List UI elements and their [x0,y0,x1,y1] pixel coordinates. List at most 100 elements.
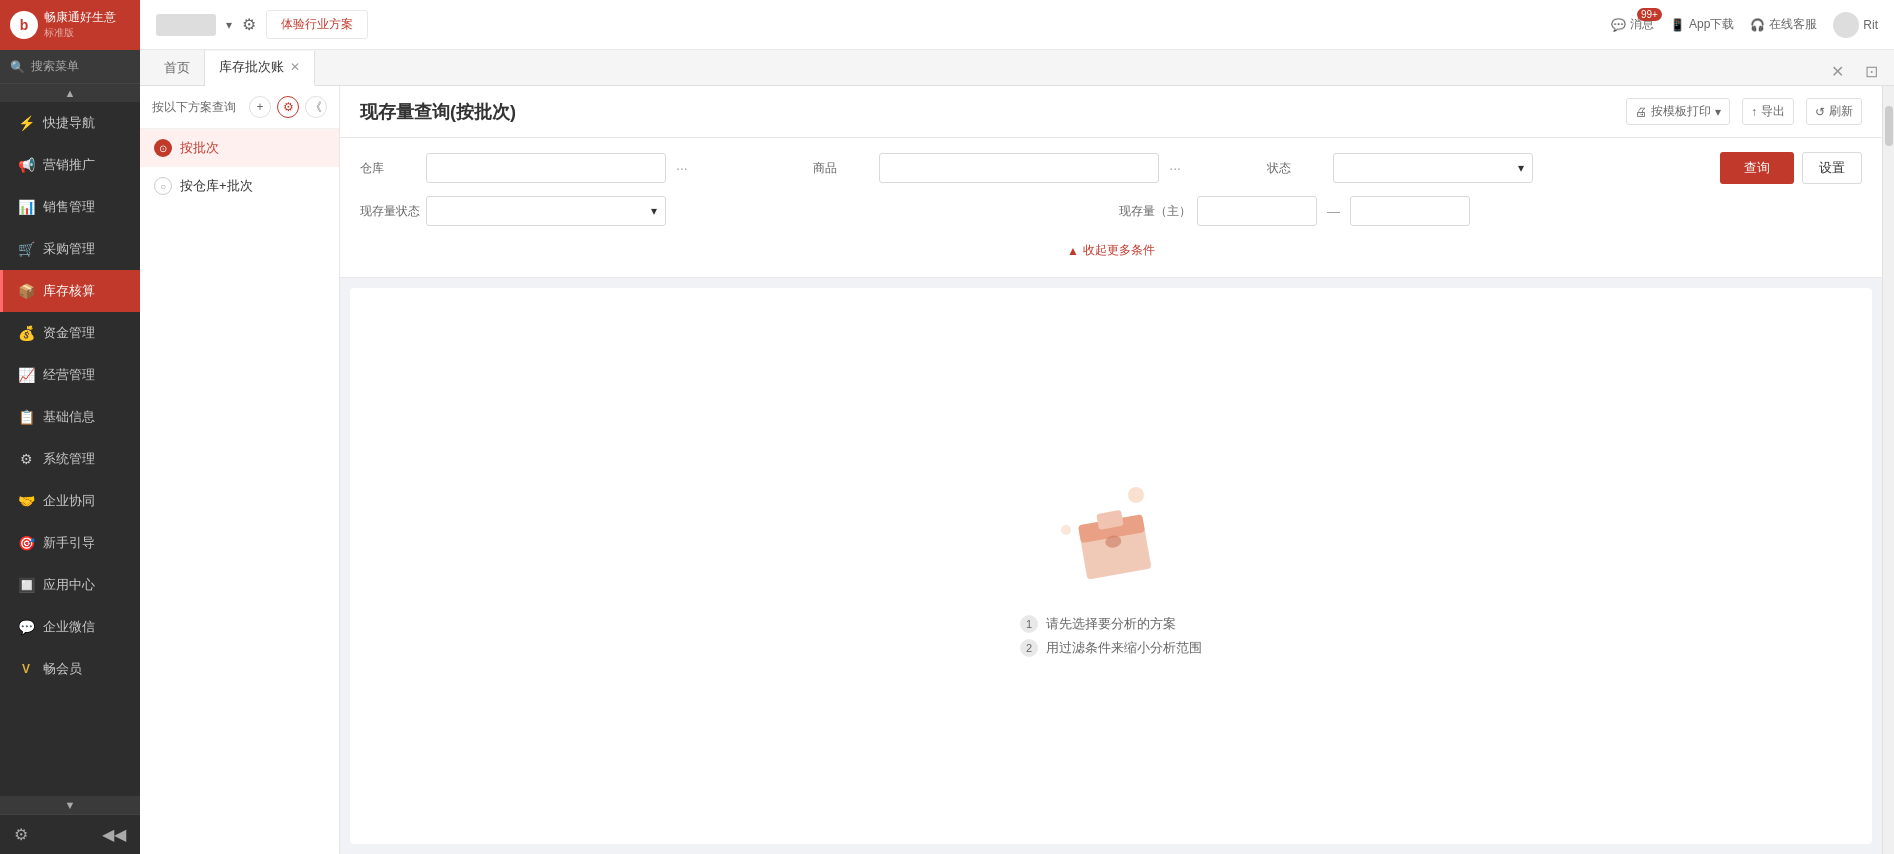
collapse-conditions-btn[interactable]: ▲ 收起更多条件 [360,238,1862,263]
warehouse-dots-btn[interactable]: ··· [676,160,688,176]
query-area: 现存量查询(按批次) 🖨 按模板打印 ▾ ↑ 导出 ↺ 刷新 [340,86,1882,854]
inventory-status-select[interactable]: ▾ [426,196,666,226]
svg-point-4 [1128,487,1144,503]
inventory-quantity-label: 现存量（主） [1119,203,1191,220]
sidebar-item-label: 系统管理 [43,450,95,468]
sidebar-item-finance[interactable]: 💰 资金管理 [0,312,140,354]
sidebar-item-quick-nav[interactable]: ⚡ 快捷导航 [0,102,140,144]
action-btns: 查询 设置 [1720,152,1862,184]
right-scrollbar[interactable] [1882,86,1894,854]
sidebar-item-marketing[interactable]: 📢 营销推广 [0,144,140,186]
sidebar-item-basic[interactable]: 📋 基础信息 [0,396,140,438]
sidebar-item-label: 销售管理 [43,198,95,216]
query-header-actions: 🖨 按模板打印 ▾ ↑ 导出 ↺ 刷新 [1626,98,1862,125]
quantity-max-input[interactable] [1350,196,1470,226]
warehouse-input[interactable] [426,153,666,183]
inventory-quantity-field: 现存量（主） — [1119,196,1862,226]
sidebar-item-label: 企业协同 [43,492,95,510]
filter-item-batch-label: 按批次 [180,139,219,157]
search-label: 搜索菜单 [31,58,79,75]
message-count: 99+ [1637,8,1662,21]
export-icon: ↑ [1751,105,1757,119]
export-btn[interactable]: ↑ 导出 [1742,98,1794,125]
filter-item-warehouse-batch[interactable]: ○ 按仓库+批次 [140,167,339,205]
tab-inventory-batch[interactable]: 库存批次账 ✕ [205,51,315,86]
sidebar-item-newbie[interactable]: 🎯 新手引导 [0,522,140,564]
dropdown-icon[interactable]: ▾ [226,18,232,32]
quantity-min-input[interactable] [1197,196,1317,226]
topbar-gear-icon[interactable]: ⚙ [242,15,256,34]
goods-input[interactable] [879,153,1159,183]
scroll-down-btn[interactable]: ▼ [0,796,140,814]
expand-icon[interactable]: ⊡ [1865,62,1878,81]
purchase-icon: 🛒 [17,240,35,258]
settings-icon[interactable]: ⚙ [14,825,28,844]
sidebar-footer: ⚙ ◀◀ [0,814,140,854]
sidebar-item-enterprise[interactable]: 🤝 企业协同 [0,480,140,522]
sidebar-item-member[interactable]: V 畅会员 [0,648,140,690]
sidebar-item-purchase[interactable]: 🛒 采购管理 [0,228,140,270]
tab-home[interactable]: 首页 [150,50,205,85]
scroll-up-btn[interactable]: ▲ [0,84,140,102]
status-label: 状态 [1267,160,1327,177]
app-version: 标准版 [44,26,116,40]
sidebar-item-enterprise-wechat[interactable]: 💬 企业微信 [0,606,140,648]
empty-step-1: 1 请先选择要分析的方案 [1020,615,1202,633]
sidebar-item-app-center[interactable]: 🔲 应用中心 [0,564,140,606]
close-page-icon[interactable]: ✕ [1831,62,1844,81]
filter-form: 仓库 ··· 商品 ··· 状态 ▾ [340,138,1882,278]
empty-state: 1 请先选择要分析的方案 2 用过滤条件来缩小分析范围 [350,288,1872,844]
add-filter-btn[interactable]: + [249,96,271,118]
sidebar-item-operations[interactable]: 📈 经营管理 [0,354,140,396]
tab-inventory-batch-label: 库存批次账 [219,58,284,76]
chevron-up-icon: ▲ [1067,244,1079,258]
tab-close-icon[interactable]: ✕ [290,60,300,74]
customer-service-btn[interactable]: 🎧 在线客服 [1750,16,1817,33]
sidebar-item-system[interactable]: ⚙ 系统管理 [0,438,140,480]
sidebar-item-label: 采购管理 [43,240,95,258]
topbar: ▾ ⚙ 体验行业方案 💬 消息 99+ 📱 App下载 🎧 在线客服 Rit [140,0,1894,50]
filter-panel-actions: + ⚙ 《 [249,96,327,118]
sidebar-item-label: 库存核算 [43,282,95,300]
page-title: 现存量查询(按批次) [360,100,516,124]
refresh-btn[interactable]: ↺ 刷新 [1806,98,1862,125]
topbar-breadcrumb-area [156,14,216,36]
query-btn[interactable]: 查询 [1720,152,1794,184]
enterprise-icon: 🤝 [17,492,35,510]
goods-field: 商品 ··· [813,153,1250,183]
tabbar: 首页 库存批次账 ✕ ✕ ⊡ [140,50,1894,86]
goods-dots-btn[interactable]: ··· [1169,160,1181,176]
sidebar-item-label: 经营管理 [43,366,95,384]
app-title: 畅康通好生意 [44,10,116,26]
filter-settings-btn[interactable]: ⚙ [277,96,299,118]
experience-industry-btn[interactable]: 体验行业方案 [266,10,368,39]
export-label: 导出 [1761,103,1785,120]
collapse-filter-btn[interactable]: 《 [305,96,327,118]
chevron-down-icon2: ▾ [651,204,657,218]
username-label: Rit [1863,18,1878,32]
topbar-right: 💬 消息 99+ 📱 App下载 🎧 在线客服 Rit [1611,12,1878,38]
sales-icon: 📊 [17,198,35,216]
inventory-status-field: 现存量状态 ▾ [360,196,1103,226]
inventory-icon: 📦 [17,282,35,300]
collapse-sidebar-icon[interactable]: ◀◀ [102,825,126,844]
settings-btn[interactable]: 设置 [1802,152,1862,184]
filter-item-batch[interactable]: ⊙ 按批次 [140,129,339,167]
filter-panel-header: 按以下方案查询 + ⚙ 《 [140,86,339,129]
user-menu[interactable]: Rit [1833,12,1878,38]
app-download-btn[interactable]: 📱 App下载 [1670,16,1734,33]
sidebar-search[interactable]: 🔍 搜索菜单 [0,50,140,84]
avatar [1833,12,1859,38]
sidebar-nav: ⚡ 快捷导航 📢 营销推广 📊 销售管理 🛒 采购管理 📦 库存核算 💰 资金管… [0,102,140,796]
marketing-icon: 📢 [17,156,35,174]
newbie-icon: 🎯 [17,534,35,552]
sidebar: b 畅康通好生意 标准版 🔍 搜索菜单 ▲ ⚡ 快捷导航 📢 营销推广 📊 销售… [0,0,140,854]
sidebar-item-inventory[interactable]: 📦 库存核算 [0,270,140,312]
sidebar-item-sales[interactable]: 📊 销售管理 [0,186,140,228]
status-select[interactable]: ▾ [1333,153,1533,183]
print-dropdown-icon: ▾ [1715,105,1721,119]
print-btn[interactable]: 🖨 按模板打印 ▾ [1626,98,1730,125]
filter-row-1: 仓库 ··· 商品 ··· 状态 ▾ [360,152,1862,184]
system-icon: ⚙ [17,450,35,468]
message-btn[interactable]: 💬 消息 99+ [1611,16,1654,33]
